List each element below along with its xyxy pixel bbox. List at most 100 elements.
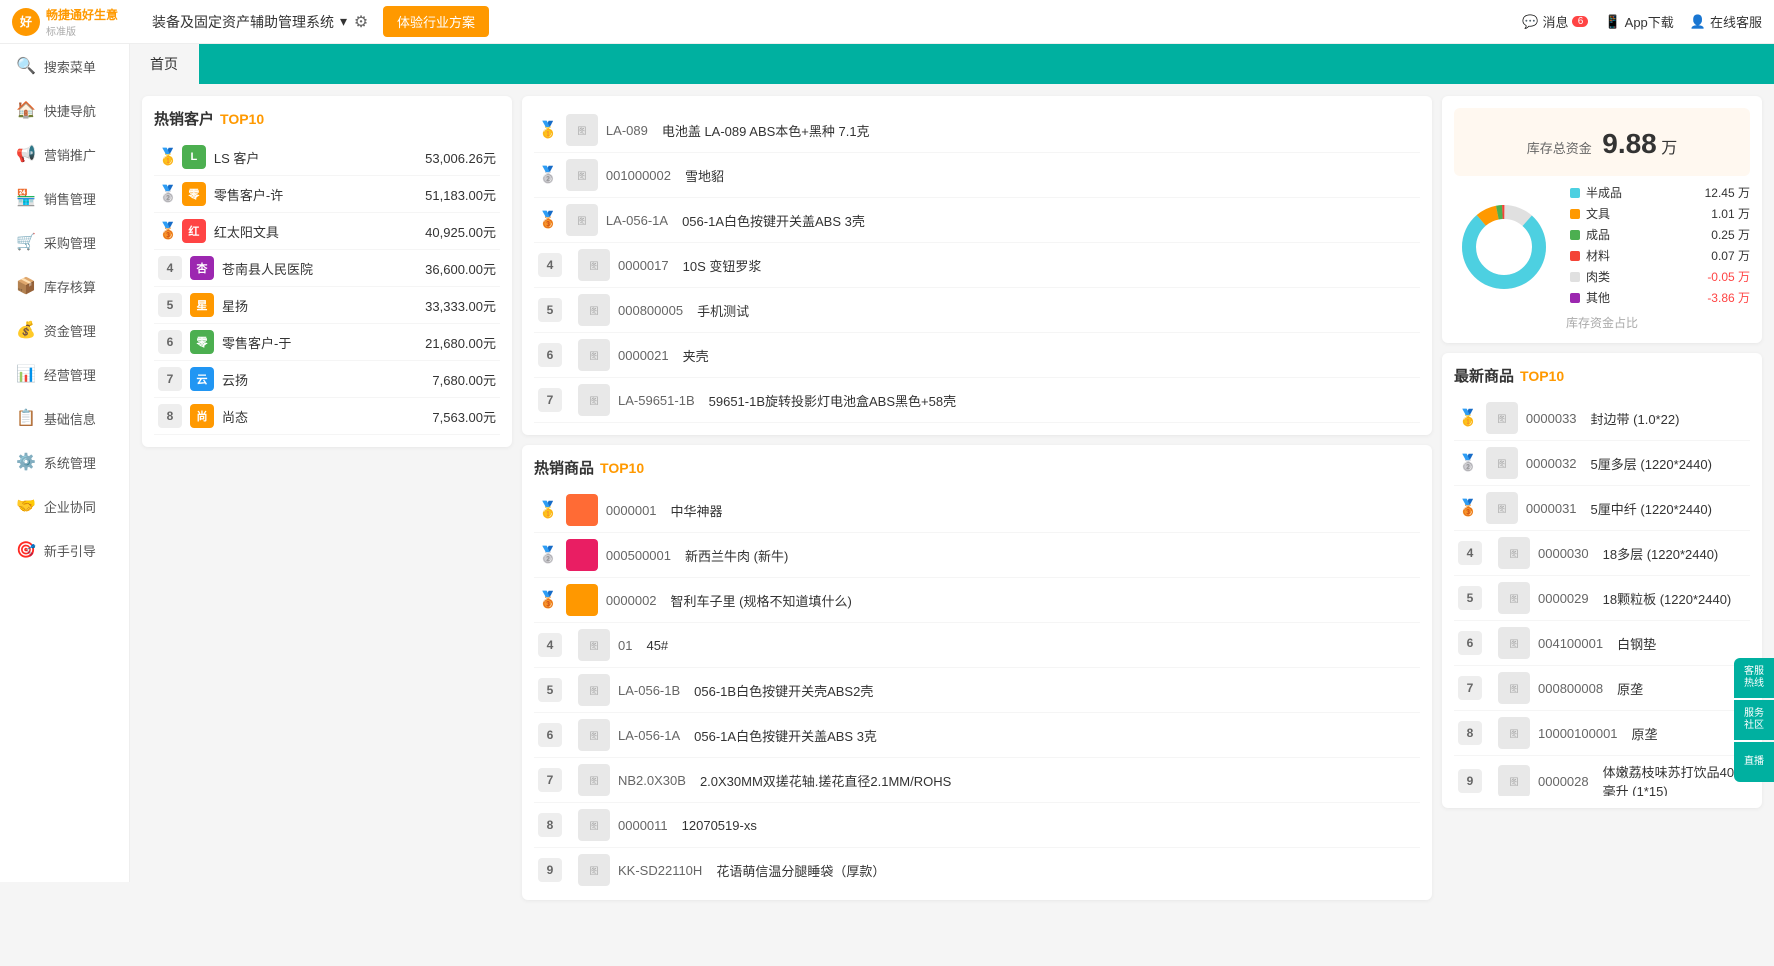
list-item: 🥈 图 001000002 雪地貂: [534, 153, 1420, 198]
sidebar-icon-cooperation: 🤝: [16, 496, 36, 516]
customer-value: 21,680.00元: [425, 333, 496, 352]
sidebar-item-purchase[interactable]: 🛒采购管理: [0, 220, 129, 264]
sidebar-label-quicknav: 快捷导航: [44, 101, 96, 120]
rank-number: 6: [158, 330, 182, 354]
product-code: 0000001: [606, 503, 657, 518]
product-name: 056-1B白色按键开关壳ABS2壳: [694, 681, 1416, 700]
product-thumbnail: 图: [578, 249, 610, 281]
table-row: 7 云 云扬 7,680.00元: [154, 361, 500, 398]
list-item: 6 图 0000021 夹壳: [534, 333, 1420, 378]
product-name: 原垄: [1632, 724, 1746, 743]
legend-value: 1.01 万: [1711, 205, 1750, 222]
medal-icon: 🥈: [158, 184, 178, 204]
sidebar-item-finance[interactable]: 💰 资金管理: [0, 308, 129, 352]
sidebar-label-marketing: 营销推广: [44, 145, 96, 164]
inventory-card: 库存总资金 9.88 万: [1442, 96, 1762, 343]
medal-icon: 🥉: [538, 590, 558, 610]
rank-number: 9: [538, 858, 562, 882]
product-thumbnail: 图: [578, 674, 610, 706]
inventory-unit: 万: [1661, 140, 1677, 157]
float-buttons: 客服 热线 服务 社区 直播: [1734, 658, 1774, 782]
inventory-chart-label: 库存资金占比: [1454, 314, 1750, 331]
sidebar-item-sales[interactable]: 🏪销售管理: [0, 176, 129, 220]
sidebar-item-guide[interactable]: 🎯新手引导: [0, 528, 129, 572]
customer-value: 7,680.00元: [432, 370, 496, 389]
product-thumbnail: 图: [1486, 402, 1518, 434]
sidebar-label-finance: 资金管理: [44, 321, 96, 340]
sidebar-item-operations[interactable]: 📊经营管理: [0, 352, 129, 396]
chart-area: 半成品 12.45 万 文具 1.01 万 成品 0.25 万 材料 0.07 …: [1454, 184, 1750, 310]
medal-icon: 🥇: [538, 500, 558, 520]
customer-name: LS 客户: [214, 148, 425, 167]
sidebar-item-sysmanage[interactable]: ⚙️系统管理: [0, 440, 129, 484]
rank-number: 4: [158, 256, 182, 280]
product-code: 10000100001: [1538, 726, 1618, 741]
product-thumbnail: 图: [1498, 717, 1530, 749]
customer-value: 36,600.00元: [425, 259, 496, 278]
legend-value: -0.05 万: [1707, 268, 1750, 285]
sidebar-item-marketing[interactable]: 📢 营销推广: [0, 132, 129, 176]
sidebar-item-quicknav[interactable]: 🏠 快捷导航: [0, 88, 129, 132]
float-community-btn[interactable]: 服务 社区: [1734, 700, 1774, 740]
list-item: 4 图 0000017 10S 变钮罗浆: [534, 243, 1420, 288]
message-button[interactable]: 💬 消息 6: [1522, 12, 1588, 31]
list-item: 9 图 0000028 体嫩荔枝味苏打饮品400毫升 (1*15): [1454, 756, 1750, 796]
rank-number: 7: [538, 768, 562, 792]
sidebar-icon-quicknav: 🏠: [16, 100, 36, 120]
list-item: 🥈 图 0000032 5厘多层 (1220*2440): [1454, 441, 1750, 486]
product-code: LA-056-1B: [618, 683, 680, 698]
sidebar-item-basicinfo[interactable]: 📋基础信息: [0, 396, 129, 440]
product-thumbnail: 图: [578, 294, 610, 326]
chevron-down-icon[interactable]: ▾: [340, 13, 347, 30]
product-thumbnail: 图: [578, 629, 610, 661]
product-code: 0000002: [606, 593, 657, 608]
logo-area: 好 畅捷通好生意 标准版: [12, 6, 142, 38]
customer-value: 51,183.00元: [425, 185, 496, 204]
online-service-button[interactable]: 👤 在线客服: [1690, 12, 1762, 31]
top-bar: 好 畅捷通好生意 标准版 装备及固定资产辅助管理系统 ▾ ⚙ 体验行业方案 💬 …: [0, 0, 1774, 44]
product-thumbnail: [566, 539, 598, 571]
float-live-btn[interactable]: 直播: [1734, 742, 1774, 782]
rank-number: 7: [538, 388, 562, 412]
product-thumbnail: 图: [578, 809, 610, 841]
rank-number: 7: [1458, 676, 1482, 700]
system-selector[interactable]: 装备及固定资产辅助管理系统 ▾: [152, 12, 347, 32]
sidebar-icon-marketing: 📢: [16, 144, 36, 164]
message-badge: 6: [1572, 16, 1588, 27]
sidebar-item-search[interactable]: 🔍搜索菜单: [0, 44, 129, 88]
sidebar-label-sysmanage: 系统管理: [44, 453, 96, 472]
product-code: 000800005: [618, 303, 683, 318]
legend-label: 半成品: [1586, 184, 1622, 201]
customer-value: 40,925.00元: [425, 222, 496, 241]
center-panel: 🥇 图 LA-089 电池盖 LA-089 ABS本色+黑种 7.1克 🥈 图 …: [522, 96, 1432, 900]
list-item: 🥉 图 0000031 5厘中纤 (1220*2440): [1454, 486, 1750, 531]
rank-number: 8: [1458, 721, 1482, 745]
product-code: 0000033: [1526, 411, 1577, 426]
trial-button[interactable]: 体验行业方案: [383, 6, 489, 37]
product-name: 5厘中纤 (1220*2440): [1591, 499, 1746, 518]
product-thumbnail: 图: [566, 204, 598, 236]
logo-title: 畅捷通好生意: [46, 6, 118, 23]
customer-avatar: 尚: [190, 404, 214, 428]
inventory-value: 9.88: [1602, 128, 1657, 159]
float-service-btn[interactable]: 客服 热线: [1734, 658, 1774, 698]
sidebar-item-inventory[interactable]: 📦库存核算: [0, 264, 129, 308]
sidebar-label-guide: 新手引导: [44, 541, 96, 560]
sidebar-icon-finance: 💰: [16, 320, 36, 340]
new-products-list: 🥇 图 0000033 封边带 (1.0*22) 🥈 图 0000032 5厘多…: [1454, 396, 1750, 796]
gear-button[interactable]: ⚙: [347, 8, 375, 36]
tab-home[interactable]: 首页: [130, 44, 199, 84]
app-download-button[interactable]: 📱 App下载: [1604, 12, 1673, 31]
sidebar-item-cooperation[interactable]: 🤝企业协同: [0, 484, 129, 528]
product-name: 手机测试: [697, 301, 1416, 320]
customer-avatar: 零: [190, 330, 214, 354]
product-code: 001000002: [606, 168, 671, 183]
inventory-legend: 半成品 12.45 万 文具 1.01 万 成品 0.25 万 材料 0.07 …: [1570, 184, 1750, 310]
product-thumbnail: 图: [578, 384, 610, 416]
list-item: 7 图 LA-59651-1B 59651-1B旋转投影灯电池盒ABS黑色+58…: [534, 378, 1420, 423]
customer-avatar: L: [182, 145, 206, 169]
product-code: 0000028: [1538, 774, 1589, 789]
customer-name: 红太阳文具: [214, 222, 425, 241]
rank-number: 9: [1458, 769, 1482, 793]
trending-card: 🥇 图 LA-089 电池盖 LA-089 ABS本色+黑种 7.1克 🥈 图 …: [522, 96, 1432, 435]
